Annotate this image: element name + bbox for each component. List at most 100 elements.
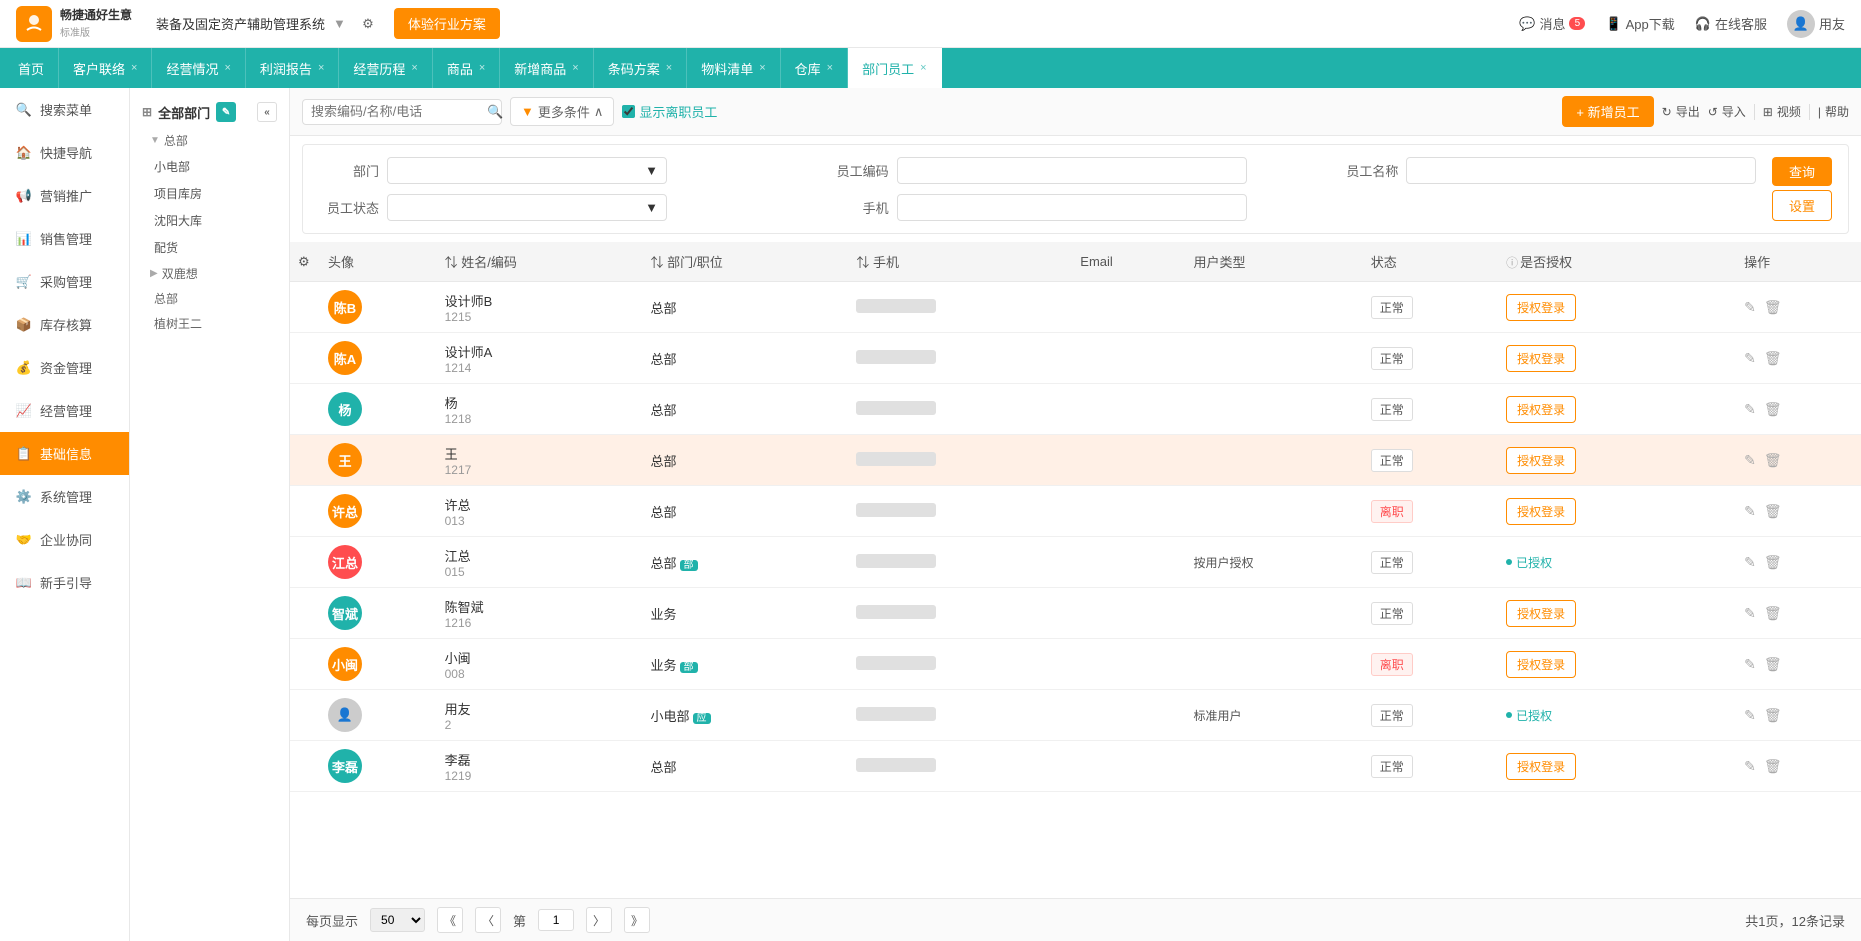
close-tab-icon[interactable]: × bbox=[759, 62, 765, 74]
emp-status-select[interactable]: ▼ bbox=[387, 194, 667, 221]
search-input[interactable] bbox=[311, 104, 487, 119]
close-tab-icon[interactable]: × bbox=[224, 62, 230, 74]
dept-item-xiaodianbu[interactable]: 小电部 bbox=[138, 153, 289, 180]
dept-collapse-btn[interactable]: « bbox=[257, 102, 277, 122]
nav-tab-仓库[interactable]: 仓库× bbox=[781, 48, 848, 88]
sidebar-item-销售管理[interactable]: 📊销售管理 bbox=[0, 217, 129, 260]
next-page-btn[interactable]: 〉 bbox=[586, 907, 612, 933]
last-page-btn[interactable]: 》 bbox=[624, 907, 650, 933]
auth-btn[interactable]: 授权登录 bbox=[1506, 600, 1576, 627]
delete-icon[interactable]: 🗑 bbox=[1764, 758, 1782, 775]
dept-item-shenyang[interactable]: 沈阳大库 bbox=[138, 207, 289, 234]
delete-icon[interactable]: 🗑 bbox=[1764, 452, 1782, 469]
add-employee-btn[interactable]: + 新增员工 bbox=[1562, 96, 1653, 127]
search-box[interactable]: 🔍 bbox=[302, 99, 502, 125]
auth-btn[interactable]: 授权登录 bbox=[1506, 294, 1576, 321]
export-btn[interactable]: ↻ 导出 bbox=[1662, 103, 1700, 120]
auth-btn[interactable]: 授权登录 bbox=[1506, 651, 1576, 678]
delete-icon[interactable]: 🗑 bbox=[1764, 350, 1782, 367]
nav-tab-商品[interactable]: 商品× bbox=[433, 48, 500, 88]
delete-icon[interactable]: 🗑 bbox=[1764, 707, 1782, 724]
nav-tab-客户联络[interactable]: 客户联络× bbox=[59, 48, 152, 88]
auth-btn[interactable]: 授权登录 bbox=[1506, 345, 1576, 372]
dept-group-zongbu-label[interactable]: ▼ 总部 bbox=[138, 128, 289, 153]
emp-code-input[interactable] bbox=[897, 157, 1247, 184]
edit-icon[interactable]: ✎ bbox=[1744, 299, 1756, 316]
dept-select[interactable]: ▼ bbox=[387, 157, 667, 184]
delete-icon[interactable]: 🗑 bbox=[1764, 503, 1782, 520]
dept-item-xiangmu[interactable]: 项目库房 bbox=[138, 180, 289, 207]
help-btn[interactable]: | 帮助 bbox=[1818, 103, 1849, 120]
edit-icon[interactable]: ✎ bbox=[1744, 554, 1756, 571]
close-tab-icon[interactable]: × bbox=[411, 62, 417, 74]
page-input[interactable] bbox=[538, 909, 574, 931]
sidebar-item-搜索菜单[interactable]: 🔍搜索菜单 bbox=[0, 88, 129, 131]
auth-btn[interactable]: 授权登录 bbox=[1506, 447, 1576, 474]
online-service-btn[interactable]: 🎧 在线客服 bbox=[1695, 14, 1767, 33]
setup-btn[interactable]: 设置 bbox=[1772, 190, 1832, 221]
close-tab-icon[interactable]: × bbox=[479, 62, 485, 74]
edit-icon[interactable]: ✎ bbox=[1744, 503, 1756, 520]
nav-tab-首页[interactable]: 首页 bbox=[4, 48, 59, 88]
sidebar-item-营销推广[interactable]: 📢营销推广 bbox=[0, 174, 129, 217]
sidebar-item-基础信息[interactable]: 📋基础信息 bbox=[0, 432, 129, 475]
close-tab-icon[interactable]: × bbox=[572, 62, 578, 74]
close-tab-icon[interactable]: × bbox=[666, 62, 672, 74]
edit-icon[interactable]: ✎ bbox=[1744, 605, 1756, 622]
app-download-btn[interactable]: 📱 App下载 bbox=[1605, 14, 1674, 33]
auth-btn[interactable]: 授权登录 bbox=[1506, 753, 1576, 780]
edit-icon[interactable]: ✎ bbox=[1744, 707, 1756, 724]
close-tab-icon[interactable]: × bbox=[827, 62, 833, 74]
nav-tab-条码方案[interactable]: 条码方案× bbox=[594, 48, 687, 88]
sidebar-item-资金管理[interactable]: 💰资金管理 bbox=[0, 346, 129, 389]
import-btn[interactable]: ↺ 导入 bbox=[1708, 103, 1746, 120]
phone-input[interactable] bbox=[897, 194, 1247, 221]
emp-name-input[interactable] bbox=[1406, 157, 1756, 184]
message-btn[interactable]: 💬 消息 5 bbox=[1519, 14, 1585, 33]
user-area[interactable]: 👤 用友 bbox=[1787, 10, 1845, 38]
nav-tab-物料清单[interactable]: 物料清单× bbox=[687, 48, 780, 88]
close-tab-icon[interactable]: × bbox=[131, 62, 137, 74]
sidebar-item-系统管理[interactable]: ⚙️系统管理 bbox=[0, 475, 129, 518]
sidebar-item-新手引导[interactable]: 📖新手引导 bbox=[0, 561, 129, 604]
auth-btn[interactable]: 授权登录 bbox=[1506, 498, 1576, 525]
settings-icon[interactable]: ⚙ bbox=[354, 10, 382, 38]
col-settings[interactable]: ⚙ bbox=[290, 242, 320, 282]
dept-group-zhishu-label[interactable]: 植树王二 bbox=[138, 311, 289, 336]
close-tab-icon[interactable]: × bbox=[318, 62, 324, 74]
per-page-select[interactable]: 50 100 bbox=[370, 908, 425, 932]
nav-tab-经营历程[interactable]: 经营历程× bbox=[339, 48, 432, 88]
nav-tab-利润报告[interactable]: 利润报告× bbox=[246, 48, 339, 88]
delete-icon[interactable]: 🗑 bbox=[1764, 401, 1782, 418]
close-tab-icon[interactable]: × bbox=[920, 62, 926, 74]
sidebar-item-快捷导航[interactable]: 🏠快捷导航 bbox=[0, 131, 129, 174]
delete-icon[interactable]: 🗑 bbox=[1764, 554, 1782, 571]
delete-icon[interactable]: 🗑 bbox=[1764, 656, 1782, 673]
filter-more-btn[interactable]: ▼ 更多条件 ∧ bbox=[510, 97, 614, 126]
sidebar-item-采购管理[interactable]: 🛒采购管理 bbox=[0, 260, 129, 303]
delete-icon[interactable]: 🗑 bbox=[1764, 605, 1782, 622]
prev-page-btn[interactable]: 〈 bbox=[475, 907, 501, 933]
dept-group-shuanglu-label[interactable]: ▶ 双鹿想 bbox=[138, 261, 289, 286]
edit-icon[interactable]: ✎ bbox=[1744, 401, 1756, 418]
resigned-check[interactable] bbox=[622, 105, 635, 118]
show-resigned-checkbox[interactable]: 显示离职员工 bbox=[622, 102, 717, 121]
edit-icon[interactable]: ✎ bbox=[1744, 656, 1756, 673]
first-page-btn[interactable]: 《 bbox=[437, 907, 463, 933]
edit-icon[interactable]: ✎ bbox=[1744, 350, 1756, 367]
sidebar-item-库存核算[interactable]: 📦库存核算 bbox=[0, 303, 129, 346]
dept-edit-icon[interactable]: ✎ bbox=[216, 102, 236, 122]
experience-btn[interactable]: 体验行业方案 bbox=[394, 8, 500, 39]
edit-icon[interactable]: ✎ bbox=[1744, 452, 1756, 469]
nav-tab-经营情况[interactable]: 经营情况× bbox=[152, 48, 245, 88]
all-dept-label[interactable]: 全部部门 bbox=[158, 103, 210, 122]
query-btn[interactable]: 查询 bbox=[1772, 157, 1832, 186]
title-arrow-icon[interactable]: ▼ bbox=[333, 16, 346, 31]
dept-group-zongbu2-label[interactable]: 总部 bbox=[138, 286, 289, 311]
col-name[interactable]: ⇅ 姓名/编码 bbox=[437, 242, 643, 282]
nav-tab-部门员工[interactable]: 部门员工× bbox=[848, 48, 941, 88]
sidebar-item-经营管理[interactable]: 📈经营管理 bbox=[0, 389, 129, 432]
col-phone[interactable]: ⇅ 手机 bbox=[848, 242, 1072, 282]
delete-icon[interactable]: 🗑 bbox=[1764, 299, 1782, 316]
col-dept[interactable]: ⇅ 部门/职位 bbox=[642, 242, 848, 282]
